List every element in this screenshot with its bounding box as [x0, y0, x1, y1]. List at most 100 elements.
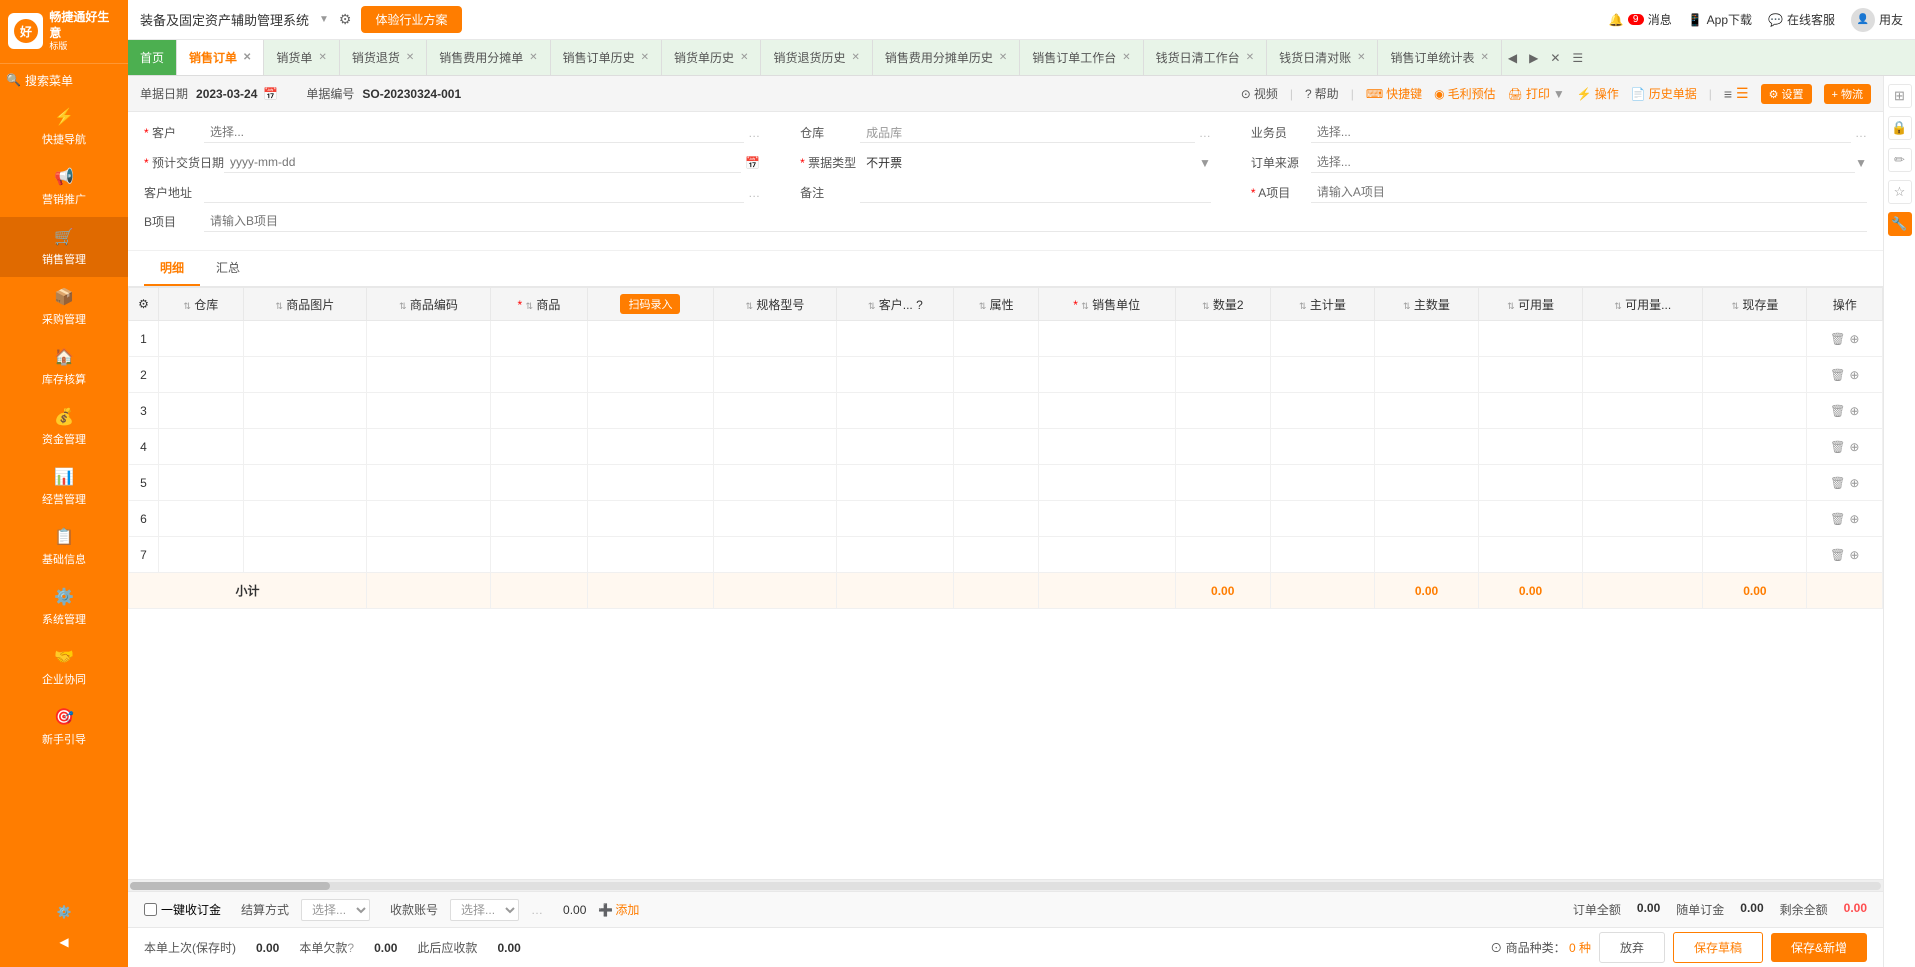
table-cell[interactable]	[367, 321, 491, 357]
online-service-btn[interactable]: 💬 在线客服	[1768, 11, 1835, 28]
copy-row-btn[interactable]: ⊕	[1849, 332, 1859, 346]
table-cell[interactable]	[1270, 501, 1374, 537]
b-project-input[interactable]	[204, 211, 1867, 232]
table-cell[interactable]	[954, 537, 1039, 573]
salesperson-dots[interactable]: …	[1855, 126, 1867, 140]
table-cell[interactable]	[1374, 501, 1478, 537]
tab-expense-split-close[interactable]: ✕	[529, 52, 537, 63]
table-cell[interactable]	[1703, 501, 1807, 537]
table-cell[interactable]	[1175, 321, 1270, 357]
save-new-btn[interactable]: 保存&新增	[1771, 933, 1867, 962]
table-cell[interactable]	[1270, 357, 1374, 393]
tab-return-history-close[interactable]: ✕	[851, 52, 859, 63]
sidebar-collapse-btn[interactable]: ◀	[0, 927, 128, 957]
right-panel-icon-5[interactable]: 🔧	[1888, 212, 1912, 236]
table-cell[interactable]	[490, 321, 588, 357]
customer-address-input[interactable]	[204, 182, 744, 203]
shortcut-toolbar-btn[interactable]: ⌨ 快捷键	[1366, 85, 1422, 102]
table-cell[interactable]	[1270, 537, 1374, 573]
table-cell[interactable]	[159, 393, 244, 429]
order-source-input[interactable]	[1311, 152, 1855, 173]
warehouse-input[interactable]	[860, 122, 1195, 143]
table-cell[interactable]	[837, 321, 954, 357]
payment-method-select[interactable]: 选择...	[301, 899, 370, 921]
delete-row-btn[interactable]: 🗑	[1830, 512, 1845, 526]
sidebar-item-guide[interactable]: 🎯 新手引导	[0, 697, 128, 757]
sidebar-search[interactable]: 🔍 搜索菜单	[0, 64, 128, 97]
table-cell[interactable]	[1038, 429, 1175, 465]
th-main-unit[interactable]: ⇅ 主计量	[1270, 288, 1374, 321]
table-cell[interactable]	[954, 357, 1039, 393]
tab-order-history-close[interactable]: ✕	[641, 52, 649, 63]
th-warehouse[interactable]: ⇅ 仓库	[159, 288, 244, 321]
operation-toolbar-btn[interactable]: ⚡ 操作	[1577, 85, 1619, 102]
table-cell[interactable]	[490, 465, 588, 501]
table-cell[interactable]	[713, 501, 837, 537]
tab-sales-credit-close[interactable]: ✕	[318, 52, 326, 63]
copy-row-btn[interactable]: ⊕	[1849, 548, 1859, 562]
table-cell[interactable]	[1175, 501, 1270, 537]
table-cell[interactable]	[954, 393, 1039, 429]
table-cell[interactable]	[588, 393, 713, 429]
table-cell[interactable]	[1703, 357, 1807, 393]
table-cell[interactable]	[1374, 429, 1478, 465]
table-cell[interactable]	[1703, 393, 1807, 429]
table-cell[interactable]	[367, 465, 491, 501]
notification-btn[interactable]: 🔔 9 消息	[1609, 11, 1672, 28]
layout-list-btn[interactable]: ≡	[1724, 85, 1732, 102]
copy-row-btn[interactable]: ⊕	[1849, 368, 1859, 382]
table-cell[interactable]	[1479, 537, 1583, 573]
customer-input[interactable]	[204, 122, 744, 143]
delete-row-btn[interactable]: 🗑	[1830, 476, 1845, 490]
sidebar-item-marketing[interactable]: 📢 营销推广	[0, 157, 128, 217]
order-source-dropdown-icon[interactable]: ▼	[1855, 156, 1867, 170]
salesperson-input[interactable]	[1311, 122, 1851, 143]
tab-cashflow-daily[interactable]: 钱货日清工作台 ✕	[1144, 40, 1267, 76]
history-toolbar-btn[interactable]: 📄 历史单据	[1631, 85, 1697, 102]
table-cell[interactable]	[588, 429, 713, 465]
tab-sales-return-history[interactable]: 销货退货历史 ✕	[761, 40, 872, 76]
th-avail-qty2[interactable]: ⇅ 可用量...	[1583, 288, 1703, 321]
tab-expense-history-close[interactable]: ✕	[999, 52, 1007, 63]
sidebar-settings-btn[interactable]: ⚙️	[0, 897, 128, 927]
table-cell[interactable]	[1270, 465, 1374, 501]
table-cell[interactable]	[1038, 465, 1175, 501]
table-cell[interactable]	[954, 465, 1039, 501]
table-cell[interactable]	[588, 537, 713, 573]
sidebar-item-purchase[interactable]: 📦 采购管理	[0, 277, 128, 337]
delete-row-btn[interactable]: 🗑	[1830, 548, 1845, 562]
th-product-code[interactable]: ⇅ 商品编码	[367, 288, 491, 321]
table-cell[interactable]	[243, 429, 367, 465]
save-draft-btn[interactable]: 保存草稿	[1673, 932, 1763, 963]
table-cell[interactable]	[713, 465, 837, 501]
remarks-input[interactable]	[860, 182, 1211, 203]
delete-row-btn[interactable]: 🗑	[1830, 404, 1845, 418]
table-cell[interactable]	[1038, 393, 1175, 429]
tabbar-next-btn[interactable]: ▶	[1523, 51, 1544, 65]
table-cell[interactable]	[1703, 537, 1807, 573]
table-cell[interactable]	[159, 537, 244, 573]
table-cell[interactable]	[837, 465, 954, 501]
table-cell[interactable]	[159, 357, 244, 393]
tabbar-prev-btn[interactable]: ◀	[1502, 51, 1523, 65]
user-avatar[interactable]: 👤 用友	[1851, 8, 1903, 32]
table-cell[interactable]	[837, 357, 954, 393]
tabbar-close-all-btn[interactable]: ✕	[1544, 51, 1566, 65]
copy-row-btn[interactable]: ⊕	[1849, 440, 1859, 454]
sidebar-item-ops[interactable]: 📊 经营管理	[0, 457, 128, 517]
table-cell[interactable]	[1374, 357, 1478, 393]
tab-sales-order-history[interactable]: 销售订单历史 ✕	[551, 40, 662, 76]
delete-row-btn[interactable]: 🗑	[1830, 440, 1845, 454]
scan-btn[interactable]: 扫码录入	[620, 294, 680, 314]
table-cell[interactable]	[1479, 357, 1583, 393]
th-main-qty[interactable]: ⇅ 主数量	[1374, 288, 1478, 321]
scroll-thumb[interactable]	[130, 882, 330, 890]
table-cell[interactable]	[1479, 429, 1583, 465]
table-cell[interactable]	[1583, 429, 1703, 465]
table-cell[interactable]	[837, 501, 954, 537]
table-cell[interactable]	[588, 501, 713, 537]
sidebar-item-finance[interactable]: 💰 资金管理	[0, 397, 128, 457]
tab-sales-summary[interactable]: 销售订单统计表 ✕	[1378, 40, 1501, 76]
table-cell[interactable]	[367, 357, 491, 393]
th-customer-code[interactable]: ⇅ 客户... ?	[837, 288, 954, 321]
